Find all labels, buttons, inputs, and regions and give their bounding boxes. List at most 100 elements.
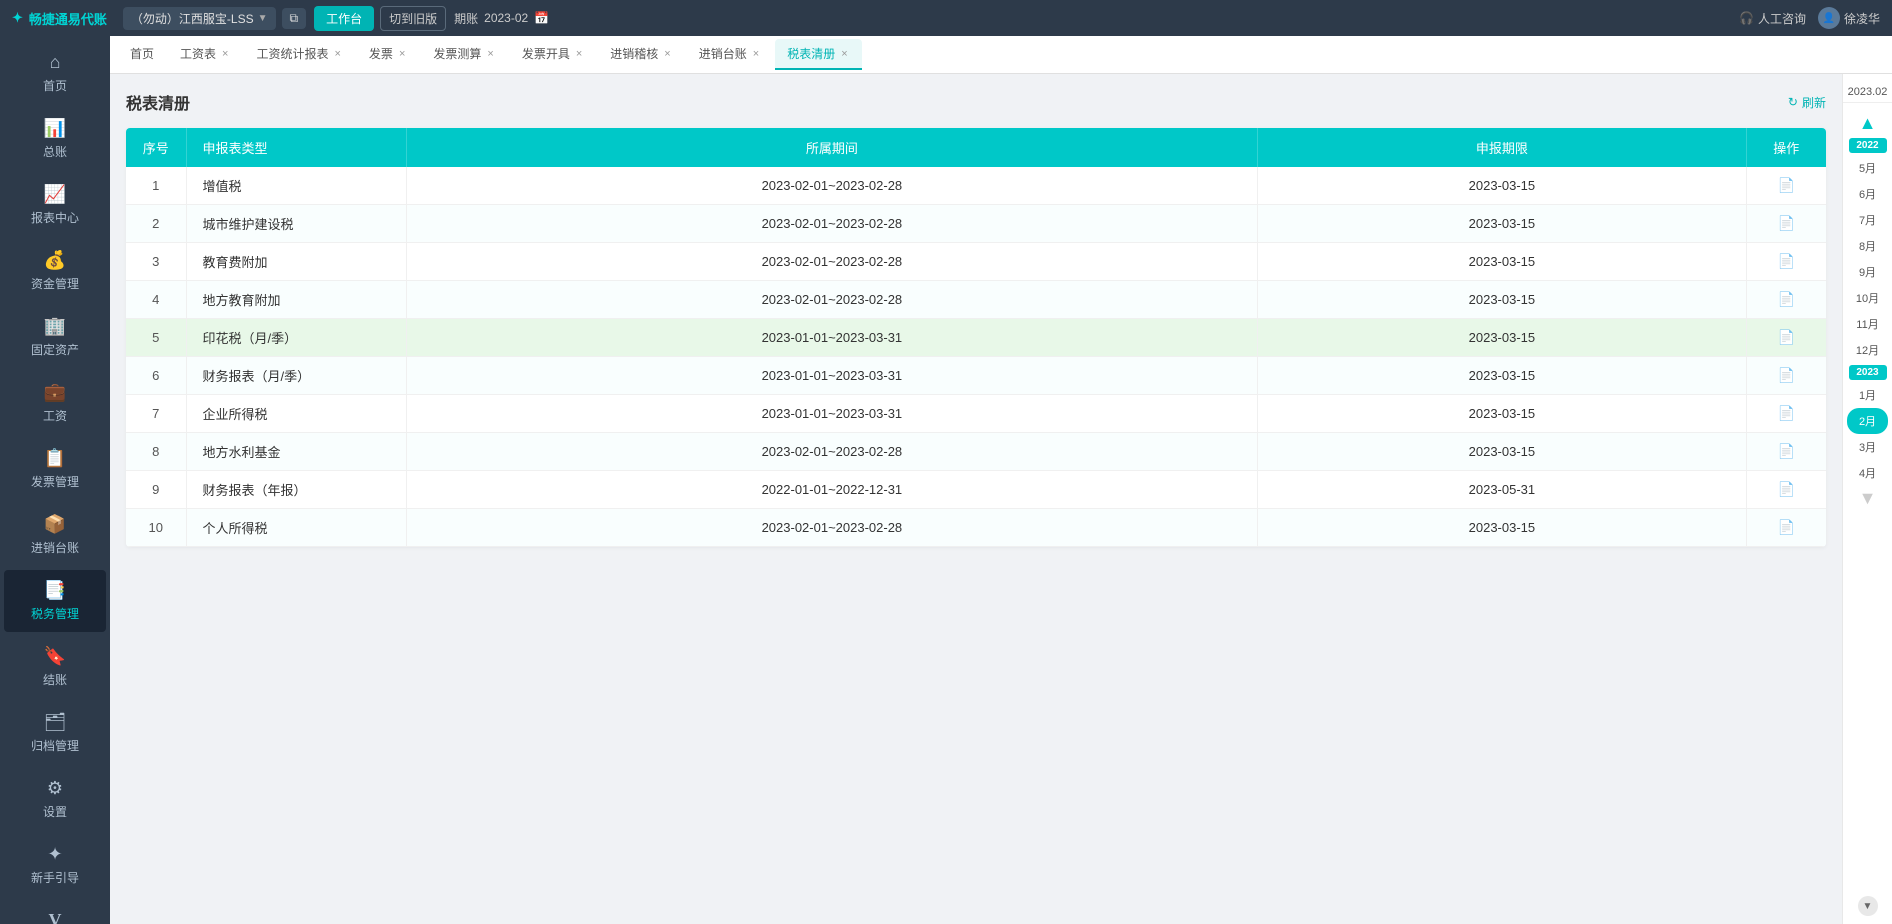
- table-row: 10个人所得税2023-02-01~2023-02-282023-03-15📄: [126, 509, 1826, 547]
- cell-period: 2023-01-01~2023-03-31: [406, 319, 1258, 357]
- user-name: 徐凌华: [1844, 10, 1880, 27]
- cell-deadline: 2023-03-15: [1258, 243, 1746, 281]
- cell-seq: 5: [126, 319, 186, 357]
- tab-invoice-open-close[interactable]: ×: [574, 48, 584, 60]
- cell-deadline: 2023-03-15: [1258, 205, 1746, 243]
- copy-button[interactable]: ⧉: [282, 8, 307, 29]
- action-icon[interactable]: 📄: [1778, 443, 1795, 459]
- sidebar-item-member[interactable]: V 畅会员: [4, 900, 106, 924]
- scroll-up-button[interactable]: ▲: [1859, 113, 1877, 134]
- action-icon[interactable]: 📄: [1778, 519, 1795, 535]
- purchase-icon: 📦: [44, 514, 66, 535]
- month-item[interactable]: 9月: [1843, 259, 1892, 285]
- month-item[interactable]: 2月: [1847, 408, 1888, 434]
- sidebar-item-ledger[interactable]: 📊 总账: [4, 108, 106, 170]
- tab-purchase-check-close[interactable]: ×: [662, 48, 672, 60]
- year-label[interactable]: 2022: [1849, 138, 1887, 153]
- sidebar-item-salary[interactable]: 💼 工资: [4, 372, 106, 434]
- month-item[interactable]: 12月: [1843, 337, 1892, 363]
- sidebar-item-fund[interactable]: 💰 资金管理: [4, 240, 106, 302]
- sidebar-item-invoice[interactable]: 📋 发票管理: [4, 438, 106, 500]
- action-icon[interactable]: 📄: [1778, 405, 1795, 421]
- cell-action: 📄: [1746, 433, 1826, 471]
- tab-invoice[interactable]: 发票 ×: [357, 39, 419, 70]
- tab-salary[interactable]: 工资表 ×: [168, 39, 242, 70]
- collapse-panel-button[interactable]: ▼: [1858, 896, 1878, 916]
- action-icon[interactable]: 📄: [1778, 481, 1795, 497]
- tab-tax-clear-label: 税表清册: [787, 45, 835, 62]
- cell-type: 财务报表（年报）: [186, 471, 406, 509]
- tab-invoice-calc[interactable]: 发票测算 ×: [421, 39, 507, 70]
- tab-purchase-ledger-close[interactable]: ×: [751, 48, 761, 60]
- tab-home-label: 首页: [130, 45, 154, 62]
- tab-salary-close[interactable]: ×: [220, 48, 230, 60]
- user-profile[interactable]: 👤 徐凌华: [1818, 7, 1880, 29]
- month-item[interactable]: 5月: [1843, 155, 1892, 181]
- switch-old-button[interactable]: 切到旧版: [380, 6, 446, 31]
- tab-purchase-ledger-label: 进销台账: [699, 45, 747, 62]
- fund-icon: 💰: [44, 250, 66, 271]
- month-item[interactable]: 6月: [1843, 181, 1892, 207]
- company-selector[interactable]: （勿动）江西服宝-LSS ▼: [123, 7, 276, 30]
- tab-home[interactable]: 首页: [118, 39, 166, 70]
- sidebar-item-fixed[interactable]: 🏢 固定资产: [4, 306, 106, 368]
- cell-deadline: 2023-03-15: [1258, 395, 1746, 433]
- tab-purchase-ledger[interactable]: 进销台账 ×: [687, 39, 773, 70]
- sidebar-item-archive[interactable]: 🗂 归档管理: [4, 702, 106, 764]
- salary-icon: 💼: [44, 382, 66, 403]
- refresh-icon: ↻: [1788, 95, 1798, 109]
- home-icon: ⌂: [50, 52, 61, 73]
- calendar-icon[interactable]: 📅: [534, 11, 549, 25]
- table-row: 9财务报表（年报）2022-01-01~2022-12-312023-05-31…: [126, 471, 1826, 509]
- cell-deadline: 2023-03-15: [1258, 167, 1746, 205]
- ai-consult-label: 人工咨询: [1758, 10, 1806, 27]
- cell-type: 地方水利基金: [186, 433, 406, 471]
- action-icon[interactable]: 📄: [1778, 329, 1795, 345]
- sidebar-item-guide[interactable]: ✦ 新手引导: [4, 834, 106, 896]
- ai-consult[interactable]: 🎧 人工咨询: [1739, 10, 1806, 27]
- cell-type: 企业所得税: [186, 395, 406, 433]
- month-item[interactable]: 10月: [1843, 285, 1892, 311]
- action-icon[interactable]: 📄: [1778, 177, 1795, 193]
- sidebar-item-settlement[interactable]: 🔖 结账: [4, 636, 106, 698]
- logo-text: 畅捷通易代账: [29, 9, 107, 28]
- tab-salary-stat[interactable]: 工资统计报表 ×: [244, 39, 354, 70]
- tab-tax-clear-close[interactable]: ×: [839, 48, 849, 60]
- tab-invoice-open[interactable]: 发票开具 ×: [510, 39, 596, 70]
- sidebar-label-fund: 资金管理: [31, 275, 79, 292]
- refresh-button[interactable]: ↻ 刷新: [1788, 94, 1826, 111]
- tab-salary-stat-close[interactable]: ×: [332, 48, 342, 60]
- month-item[interactable]: 1月: [1843, 382, 1892, 408]
- cell-action: 📄: [1746, 357, 1826, 395]
- month-item[interactable]: 11月: [1843, 311, 1892, 337]
- sidebar-item-tax[interactable]: 📑 税务管理: [4, 570, 106, 632]
- month-item[interactable]: 8月: [1843, 233, 1892, 259]
- sidebar-item-report[interactable]: 📈 报表中心: [4, 174, 106, 236]
- tab-tax-clear[interactable]: 税表清册 ×: [775, 39, 861, 70]
- action-icon[interactable]: 📄: [1778, 291, 1795, 307]
- tax-table: 序号 申报表类型 所属期间 申报期限 操作 1增值税2023-02-01~202…: [126, 128, 1826, 547]
- tab-invoice-close[interactable]: ×: [397, 48, 407, 60]
- scroll-down-button[interactable]: ▼: [1859, 488, 1877, 509]
- cell-period: 2023-02-01~2023-02-28: [406, 281, 1258, 319]
- sidebar-item-settings[interactable]: ⚙ 设置: [4, 768, 106, 830]
- action-icon[interactable]: 📄: [1778, 215, 1795, 231]
- table-row: 2城市维护建设税2023-02-01~2023-02-282023-03-15📄: [126, 205, 1826, 243]
- app-logo: ✦ 畅捷通易代账: [12, 9, 107, 28]
- month-item[interactable]: 4月: [1843, 460, 1892, 486]
- month-item[interactable]: 3月: [1843, 434, 1892, 460]
- action-icon[interactable]: 📄: [1778, 367, 1795, 383]
- sidebar-item-home[interactable]: ⌂ 首页: [4, 42, 106, 104]
- workstation-button[interactable]: 工作台: [314, 6, 374, 31]
- month-item[interactable]: 7月: [1843, 207, 1892, 233]
- table-row: 6财务报表（月/季）2023-01-01~2023-03-312023-03-1…: [126, 357, 1826, 395]
- action-icon[interactable]: 📄: [1778, 253, 1795, 269]
- year-label[interactable]: 2023: [1849, 365, 1887, 380]
- tab-invoice-calc-close[interactable]: ×: [485, 48, 495, 60]
- guide-icon: ✦: [47, 844, 62, 865]
- sidebar-label-home: 首页: [43, 77, 67, 94]
- tab-bar: 首页 工资表 × 工资统计报表 × 发票 × 发票测算 × 发票开具 ×: [110, 36, 1892, 74]
- content-area: 首页 工资表 × 工资统计报表 × 发票 × 发票测算 × 发票开具 ×: [110, 36, 1892, 924]
- tab-purchase-check[interactable]: 进销稽核 ×: [598, 39, 684, 70]
- sidebar-item-purchase[interactable]: 📦 进销台账: [4, 504, 106, 566]
